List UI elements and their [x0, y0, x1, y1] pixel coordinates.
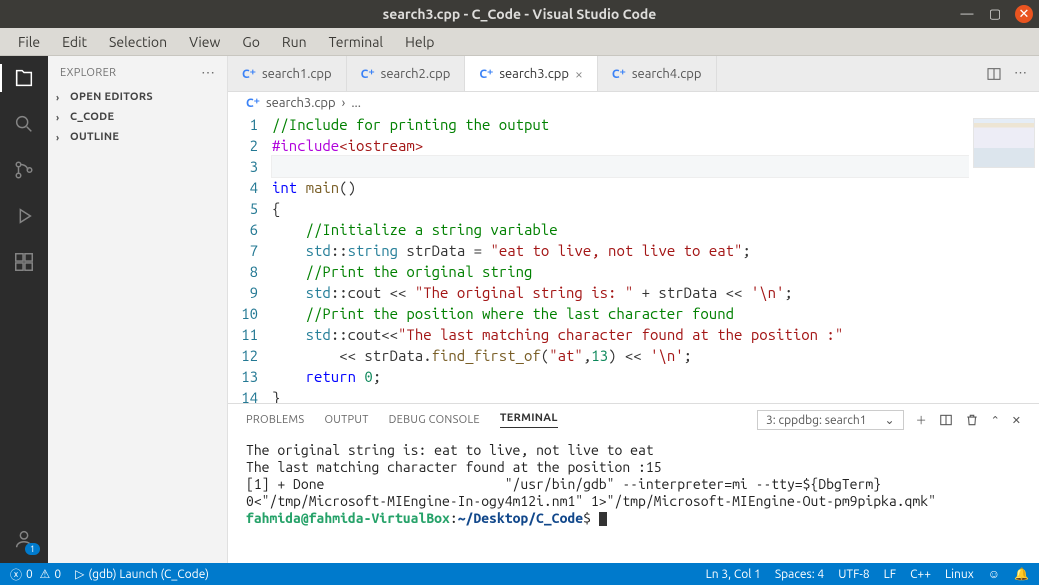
tab-label: search3.cpp	[499, 67, 569, 81]
bottom-panel: PROBLEMS OUTPUT DEBUG CONSOLE TERMINAL 3: c…	[228, 403, 1039, 563]
titlebar: search3.cpp - C_Code - Visual Studio Cod…	[0, 0, 1039, 28]
terminal-line: The last matching character found at the…	[246, 459, 1021, 476]
tab-search2-cpp[interactable]: C⁺ search2.cpp	[347, 56, 466, 91]
cpp-file-icon: C⁺	[612, 67, 626, 81]
chevron-right-icon: ›	[56, 132, 66, 143]
status-debug[interactable]: ▷ (gdb) Launch (C_Code)	[75, 567, 209, 581]
tab-label: search1.cpp	[262, 67, 332, 81]
split-editor-icon[interactable]	[986, 66, 1002, 82]
panel-tab-output[interactable]: OUTPUT	[324, 414, 368, 426]
cpp-file-icon: C⁺	[246, 96, 260, 110]
editor-more-icon[interactable]: ⋯	[1014, 66, 1027, 82]
menu-terminal[interactable]: Terminal	[319, 30, 394, 54]
maximize-button[interactable]: ▢	[987, 6, 1003, 22]
tab-search4-cpp[interactable]: C⁺ search4.cpp	[598, 56, 717, 91]
split-terminal-icon[interactable]	[939, 413, 953, 427]
code-line[interactable]: std::string strData = "eat to live, not …	[272, 240, 969, 261]
code-line[interactable]: //Include for printing the output	[272, 114, 969, 135]
status-feedback-icon[interactable]: ☺	[988, 567, 1000, 581]
status-errors[interactable]: ⓧ 0 ⚠ 0	[10, 566, 61, 583]
close-icon[interactable]: ×	[575, 66, 583, 82]
code-line[interactable]: << strData.find_first_of("at",13) << '\n…	[272, 345, 969, 366]
kill-terminal-icon[interactable]	[965, 413, 979, 427]
code-line[interactable]: int main()	[272, 177, 969, 198]
sidebar-section-outline[interactable]: ›OUTLINE	[48, 127, 227, 147]
status-eol[interactable]: LF	[884, 568, 896, 581]
window-title: search3.cpp - C_Code - Visual Studio Cod…	[383, 6, 657, 22]
editor-tabs: C⁺ search1.cpp C⁺ search2.cpp C⁺ search3.cpp ×…	[228, 56, 1039, 92]
cpp-file-icon: C⁺	[242, 67, 256, 81]
status-bar: ⓧ 0 ⚠ 0 ▷ (gdb) Launch (C_Code) Ln 3, Co…	[0, 563, 1039, 585]
close-button[interactable]: ✕	[1015, 5, 1033, 23]
breadcrumb-trail: ...	[351, 96, 361, 110]
activity-bar: 1	[0, 56, 48, 563]
activity-scm[interactable]	[10, 156, 38, 184]
tab-label: search4.cpp	[632, 67, 702, 81]
code-line[interactable]: std::cout << "The original string is: " …	[272, 282, 969, 303]
code-line[interactable]: //Print the position where the last char…	[272, 303, 969, 324]
menubar: FileEditSelectionViewGoRunTerminalHelp	[0, 28, 1039, 56]
breadcrumb-file: search3.cpp	[266, 96, 336, 110]
tab-search1-cpp[interactable]: C⁺ search1.cpp	[228, 56, 347, 91]
chevron-right-icon: ›	[342, 96, 346, 110]
code-line[interactable]: //Print the original string	[272, 261, 969, 282]
status-cursor[interactable]: Ln 3, Col 1	[706, 568, 761, 581]
sidebar-more-icon[interactable]: ⋯	[201, 64, 215, 81]
cpp-file-icon: C⁺	[361, 67, 375, 81]
menu-go[interactable]: Go	[232, 30, 269, 54]
chevron-down-icon: ⌄	[885, 413, 895, 427]
menu-run[interactable]: Run	[272, 30, 317, 54]
chevron-right-icon: ›	[56, 112, 66, 123]
tab-label: search2.cpp	[381, 67, 451, 81]
sidebar: EXPLORER ⋯ ›OPEN EDITORS›C_CODE›OUTLINE	[48, 56, 228, 563]
sidebar-section-open-editors[interactable]: ›OPEN EDITORS	[48, 87, 227, 107]
activity-explorer[interactable]	[0, 64, 48, 92]
panel-close-icon[interactable]: ✕	[1012, 414, 1021, 427]
code-editor[interactable]: 1234567891011121314 //Include for printi…	[228, 114, 969, 403]
menu-view[interactable]: View	[179, 30, 230, 54]
activity-search[interactable]	[10, 110, 38, 138]
code-line[interactable]: {	[272, 198, 969, 219]
code-line[interactable]: return 0;	[272, 366, 969, 387]
minimize-button[interactable]: —	[959, 6, 975, 22]
status-bell-icon[interactable]: 🔔	[1014, 567, 1029, 581]
cpp-file-icon: C⁺	[479, 67, 493, 81]
panel-maximize-icon[interactable]: ⌃	[991, 414, 1000, 427]
menu-edit[interactable]: Edit	[52, 30, 97, 54]
panel-tab-problems[interactable]: PROBLEMS	[246, 414, 304, 426]
code-line[interactable]: }	[272, 387, 969, 403]
menu-help[interactable]: Help	[395, 30, 444, 54]
menu-selection[interactable]: Selection	[99, 30, 177, 54]
activity-debug[interactable]	[10, 202, 38, 230]
status-encoding[interactable]: UTF-8	[838, 568, 869, 581]
sidebar-section-c_code[interactable]: ›C_CODE	[48, 107, 227, 127]
terminal-line: [1] + Done "/usr/bin/gdb" --interpreter=…	[246, 476, 1021, 510]
chevron-right-icon: ›	[56, 92, 66, 103]
new-terminal-icon[interactable]: ＋	[916, 412, 927, 428]
terminal-picker-label: 3: cppdbg: search1	[766, 414, 866, 427]
sidebar-title: EXPLORER	[60, 67, 116, 79]
status-spaces[interactable]: Spaces: 4	[775, 568, 824, 581]
panel-tab-terminal[interactable]: TERMINAL	[500, 412, 558, 428]
code-line[interactable]	[272, 156, 969, 177]
minimap[interactable]	[969, 114, 1039, 403]
activity-extensions[interactable]	[10, 248, 38, 276]
terminal-line: The original string is: eat to live, not…	[246, 442, 1021, 459]
code-line[interactable]: //Initialize a string variable	[272, 219, 969, 240]
terminal[interactable]: The original string is: eat to live, not…	[228, 434, 1039, 563]
tab-search3-cpp[interactable]: C⁺ search3.cpp ×	[465, 56, 598, 91]
panel-tab-debug-console[interactable]: DEBUG CONSOLE	[389, 414, 480, 426]
account-badge: 1	[25, 543, 40, 555]
status-lang[interactable]: C++	[910, 568, 931, 581]
menu-file[interactable]: File	[8, 30, 50, 54]
terminal-prompt[interactable]: fahmida@fahmida-VirtualBox:~/Desktop/C_C…	[246, 510, 1021, 527]
breadcrumb[interactable]: C⁺ search3.cpp › ...	[228, 92, 1039, 114]
terminal-picker[interactable]: 3: cppdbg: search1 ⌄	[757, 410, 904, 430]
code-line[interactable]: std::cout<<"The last matching character …	[272, 324, 969, 345]
code-line[interactable]: #include<iostream>	[272, 135, 969, 156]
status-os[interactable]: Linux	[945, 568, 974, 581]
